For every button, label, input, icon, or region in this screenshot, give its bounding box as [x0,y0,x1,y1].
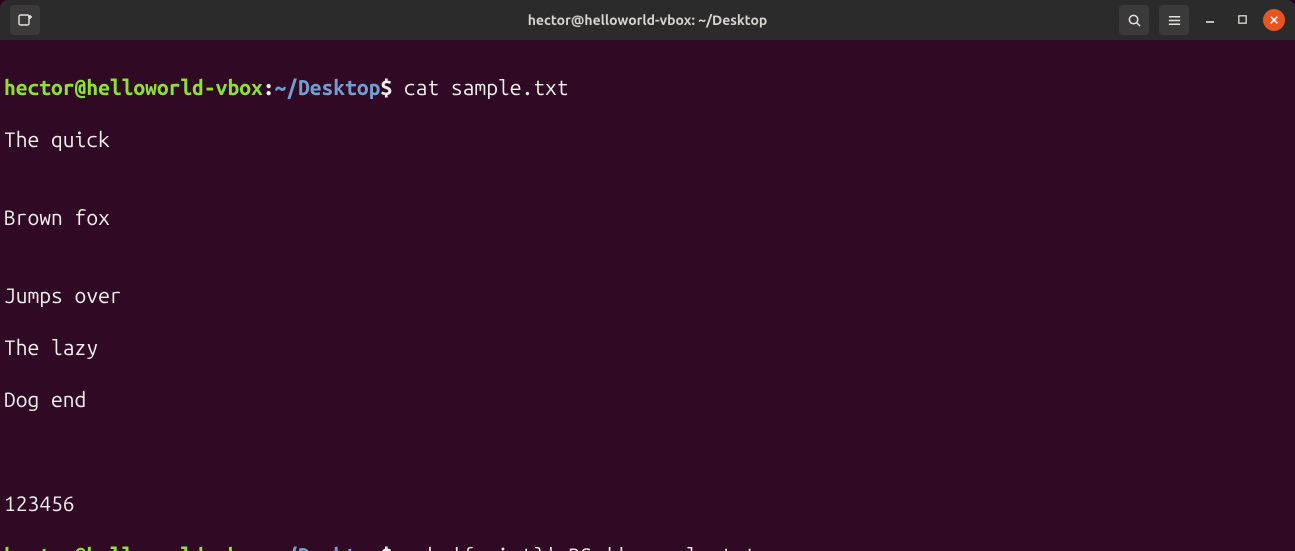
prompt-symbol: $ [380,75,392,99]
titlebar: hector@helloworld-vbox: ~/Desktop [0,0,1295,40]
prompt-user: hector@helloworld-vbox [4,75,263,99]
minimize-button[interactable] [1199,9,1221,31]
command-1-text: cat sample.txt [404,75,569,99]
maximize-button[interactable] [1231,9,1253,31]
new-tab-button[interactable] [10,5,40,35]
output-line: Brown fox [4,204,1289,230]
search-icon [1127,13,1142,28]
hamburger-menu-icon [1167,13,1182,28]
close-button[interactable] [1263,9,1285,31]
prompt-user: hector@helloworld-vbox [4,543,263,551]
close-icon [1269,12,1279,28]
prompt-line-1: hector@helloworld-vbox:~/Desktop$ cat sa… [4,74,1289,100]
terminal-window: hector@helloworld-vbox: ~/Desktop [0,0,1295,551]
output-line: 123456 [4,490,1289,516]
window-title: hector@helloworld-vbox: ~/Desktop [528,12,768,28]
menu-button[interactable] [1159,5,1189,35]
prompt-colon: : [263,543,275,551]
output-line: The quick [4,126,1289,152]
output-line: Jumps over [4,282,1289,308]
command-2-text: awk '{print}' RS='' sample.txt [404,543,757,551]
minimize-icon [1204,12,1216,28]
prompt-path: ~/Desktop [275,75,381,99]
command-2 [392,543,404,551]
maximize-icon [1237,12,1248,28]
prompt-colon: : [263,75,275,99]
prompt-line-2: hector@helloworld-vbox:~/Desktop$ awk '{… [4,542,1289,551]
output-line: Dog end [4,386,1289,412]
command-1 [392,75,404,99]
prompt-path: ~/Desktop [275,543,381,551]
prompt-symbol: $ [380,543,392,551]
search-button[interactable] [1119,5,1149,35]
terminal-body[interactable]: hector@helloworld-vbox:~/Desktop$ cat sa… [0,40,1295,551]
new-tab-icon [17,12,33,28]
output-line: The lazy [4,334,1289,360]
